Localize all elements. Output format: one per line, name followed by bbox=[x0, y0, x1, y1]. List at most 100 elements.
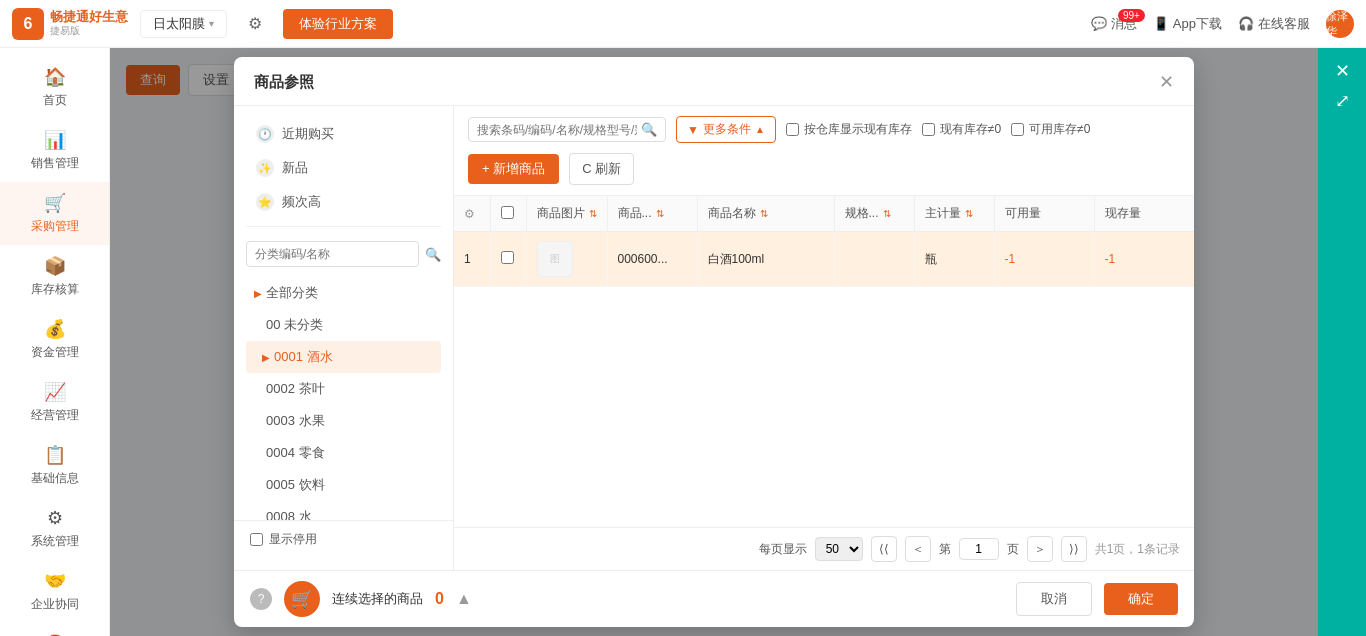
product-search-input[interactable] bbox=[477, 123, 637, 137]
close-panel-icon[interactable]: ✕ bbox=[1335, 60, 1350, 82]
cart-icon[interactable]: 🛒 bbox=[284, 581, 320, 617]
system-icon: ⚙ bbox=[47, 507, 63, 529]
tree-item-unclassified[interactable]: 00 未分类 bbox=[246, 309, 441, 341]
new-product-btn[interactable]: ✨ 新品 bbox=[246, 152, 441, 184]
by-warehouse-checkbox[interactable] bbox=[786, 123, 799, 136]
tree-item-fruit[interactable]: 0003 水果 bbox=[246, 405, 441, 437]
basic-icon: 📋 bbox=[44, 444, 66, 466]
tree-item-snack[interactable]: 0004 零食 bbox=[246, 437, 441, 469]
tree-item-beverage[interactable]: 0005 饮料 bbox=[246, 469, 441, 501]
show-disabled-checkbox[interactable] bbox=[250, 533, 263, 546]
tree-item-tea[interactable]: 0002 茶叶 bbox=[246, 373, 441, 405]
fold-icon[interactable]: ▲ bbox=[456, 590, 472, 608]
dialog-right-panel: 🔍 ▼ 更多条件 ▲ 按仓库显示现有库存 bbox=[454, 106, 1194, 570]
checkbox-by-warehouse[interactable]: 按仓库显示现有库存 bbox=[786, 121, 912, 138]
image-sort[interactable]: 商品图片 ⇅ bbox=[537, 205, 597, 222]
category-search-input[interactable] bbox=[246, 241, 419, 267]
category-search-row: 🔍 bbox=[234, 235, 453, 273]
sidebar-item-basic[interactable]: 📋 基础信息 bbox=[0, 434, 109, 497]
show-disabled-label[interactable]: 显示停用 bbox=[269, 531, 317, 548]
product-table: ⚙ 商品图片 ⇅ bbox=[454, 196, 1194, 287]
checkbox-available-nonzero[interactable]: 可用库存≠0 bbox=[1011, 121, 1090, 138]
sidebar-item-inventory[interactable]: 📦 库存核算 bbox=[0, 245, 109, 308]
frequent-btn[interactable]: ⭐ 频次高 bbox=[246, 186, 441, 218]
code-sort[interactable]: 商品... ⇅ bbox=[618, 205, 687, 222]
stock-nonzero-checkbox[interactable] bbox=[922, 123, 935, 136]
logo: 6 畅捷通好生意 捷易版 bbox=[12, 8, 128, 40]
column-settings-icon[interactable]: ⚙ bbox=[464, 207, 475, 221]
sidebar-item-purchase[interactable]: 🛒 采购管理 bbox=[0, 182, 109, 245]
modal-overlay: 商品参照 ✕ 🕐 近期购买 ✨ 新品 bbox=[110, 48, 1318, 636]
checkbox-stock-nonzero[interactable]: 现有库存≠0 bbox=[922, 121, 1001, 138]
page-size-label: 每页显示 bbox=[759, 541, 807, 558]
th-unit: 主计量 ⇅ bbox=[914, 196, 994, 232]
sidebar-item-ops[interactable]: 📈 经营管理 bbox=[0, 371, 109, 434]
tree-item-liquor[interactable]: ▶ 0001 酒水 bbox=[246, 341, 441, 373]
tree-item-water[interactable]: 0008 水 bbox=[246, 501, 441, 520]
th-spec: 规格... ⇅ bbox=[834, 196, 914, 232]
page-size-select[interactable]: 50 bbox=[815, 537, 863, 561]
row-checkbox[interactable] bbox=[501, 251, 514, 264]
last-page-button[interactable]: ⟩⟩ bbox=[1061, 536, 1087, 562]
table-row[interactable]: 1 图 000600... 白酒100ml bbox=[454, 232, 1194, 287]
unit-sort[interactable]: 主计量 ⇅ bbox=[925, 205, 984, 222]
add-product-button[interactable]: + 新增商品 bbox=[468, 154, 559, 184]
prev-page-button[interactable]: ＜ bbox=[905, 536, 931, 562]
th-checkbox[interactable] bbox=[490, 196, 526, 232]
td-spec bbox=[834, 232, 914, 287]
filter-icon: ▼ bbox=[687, 123, 699, 137]
sidebar-item-guide[interactable]: 🎯 新手引导 bbox=[0, 623, 109, 636]
filter-button[interactable]: ▼ 更多条件 ▲ bbox=[676, 116, 776, 143]
tree-item-all[interactable]: ▶ 全部分类 bbox=[246, 277, 441, 309]
page-unit: 页 bbox=[1007, 541, 1019, 558]
sidebar-item-finance[interactable]: 💰 资金管理 bbox=[0, 308, 109, 371]
nav-support[interactable]: 🎧 在线客服 bbox=[1238, 15, 1310, 33]
name-sort[interactable]: 商品名称 ⇅ bbox=[708, 205, 824, 222]
td-num: 1 bbox=[454, 232, 490, 287]
td-checkbox[interactable] bbox=[490, 232, 526, 287]
td-image: 图 bbox=[526, 232, 607, 287]
td-available: -1 bbox=[994, 232, 1094, 287]
refresh-button[interactable]: C 刷新 bbox=[569, 153, 634, 185]
new-icon: ✨ bbox=[256, 159, 274, 177]
logo-text: 畅捷通好生意 bbox=[50, 9, 128, 25]
spec-sort[interactable]: 规格... ⇅ bbox=[845, 205, 904, 222]
cancel-button[interactable]: 取消 bbox=[1016, 582, 1092, 616]
avatar: 徐泽华 bbox=[1326, 10, 1354, 38]
collab-icon: 🤝 bbox=[44, 570, 66, 592]
nav-appdownload[interactable]: 📱 App下载 bbox=[1153, 15, 1222, 33]
dialog-left-panel: 🕐 近期购买 ✨ 新品 ⭐ 频次高 bbox=[234, 106, 454, 570]
next-page-button[interactable]: ＞ bbox=[1027, 536, 1053, 562]
product-search-box[interactable]: 🔍 bbox=[468, 117, 666, 142]
confirm-button[interactable]: 确定 bbox=[1104, 583, 1178, 615]
sidebar-item-sales[interactable]: 📊 销售管理 bbox=[0, 119, 109, 182]
dialog-toolbar: 🔍 ▼ 更多条件 ▲ 按仓库显示现有库存 bbox=[454, 106, 1194, 196]
close-icon[interactable]: ✕ bbox=[1159, 71, 1174, 93]
sidebar-item-collab[interactable]: 🤝 企业协同 bbox=[0, 560, 109, 623]
available-nonzero-checkbox[interactable] bbox=[1011, 123, 1024, 136]
nav-messages[interactable]: 💬 消息 99+ bbox=[1091, 15, 1137, 33]
top-nav: 6 畅捷通好生意 捷易版 日太阳膜 ▾ ⚙ 体验行业方案 💬 消息 99+ 📱 … bbox=[0, 0, 1366, 48]
category-search-icon[interactable]: 🔍 bbox=[425, 247, 441, 262]
search-icon[interactable]: 🔍 bbox=[641, 122, 657, 137]
trial-button[interactable]: 体验行业方案 bbox=[283, 9, 393, 39]
select-all-checkbox[interactable] bbox=[501, 206, 514, 219]
recent-purchase-btn[interactable]: 🕐 近期购买 bbox=[246, 118, 441, 150]
star-icon: ⭐ bbox=[256, 193, 274, 211]
sidebar: 🏠 首页 📊 销售管理 🛒 采购管理 📦 库存核算 💰 资金管理 📈 经营管理 … bbox=[0, 48, 110, 636]
page-input[interactable] bbox=[959, 538, 999, 560]
gear-icon[interactable]: ⚙ bbox=[239, 8, 271, 40]
right-panel: ✕ ⤢ bbox=[1318, 48, 1366, 636]
help-icon[interactable]: ? bbox=[250, 588, 272, 610]
td-stock: -1 bbox=[1094, 232, 1194, 287]
clock-icon: 🕐 bbox=[256, 125, 274, 143]
sidebar-item-home[interactable]: 🏠 首页 bbox=[0, 56, 109, 119]
sidebar-item-system[interactable]: ⚙ 系统管理 bbox=[0, 497, 109, 560]
nav-user[interactable]: 徐泽华 bbox=[1326, 10, 1354, 38]
store-selector[interactable]: 日太阳膜 ▾ bbox=[140, 10, 227, 38]
expand-panel-icon[interactable]: ⤢ bbox=[1335, 90, 1350, 112]
th-gear[interactable]: ⚙ bbox=[454, 196, 490, 232]
nav-right: 💬 消息 99+ 📱 App下载 🎧 在线客服 徐泽华 bbox=[1091, 10, 1354, 38]
td-name: 白酒100ml bbox=[697, 232, 834, 287]
first-page-button[interactable]: ⟨⟨ bbox=[871, 536, 897, 562]
